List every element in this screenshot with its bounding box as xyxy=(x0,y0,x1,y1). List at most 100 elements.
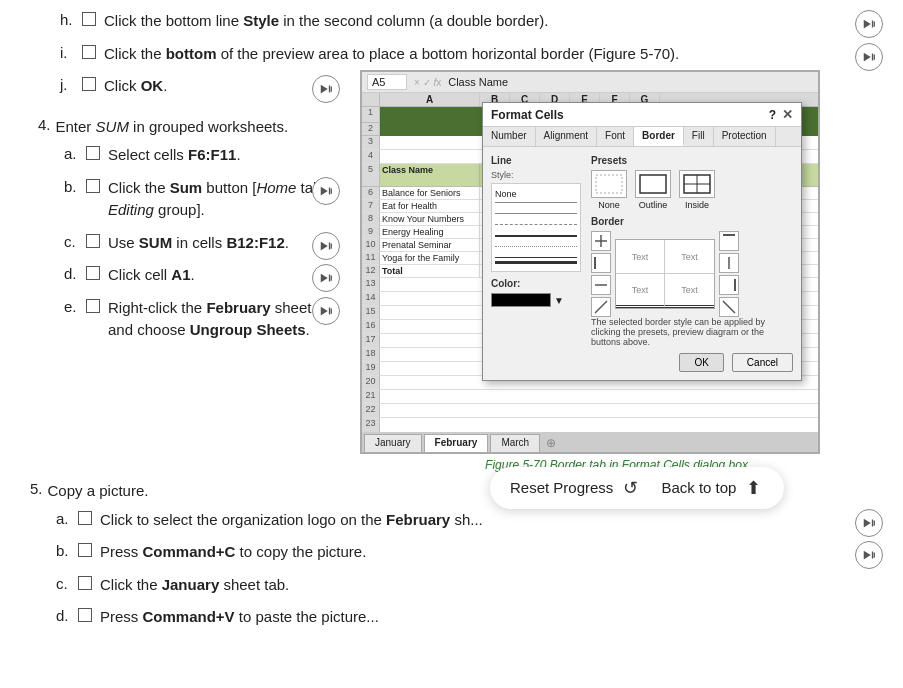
step-5b-audio[interactable] xyxy=(855,541,883,569)
dialog-tab-fill[interactable]: Fill xyxy=(684,127,714,146)
step-4a-checkbox-wrap[interactable] xyxy=(86,144,100,160)
step-4d-checkbox-wrap[interactable] xyxy=(86,264,100,280)
dialog-cancel-button[interactable]: Cancel xyxy=(732,353,793,372)
preset-inside-icon[interactable] xyxy=(679,170,715,198)
sheet-tab-march[interactable]: March xyxy=(490,434,540,452)
step-5b-checkbox-wrap[interactable] xyxy=(78,541,92,557)
step-5c-checkbox-wrap[interactable] xyxy=(78,574,92,590)
row-23-rest xyxy=(380,418,818,432)
border-btn-diag[interactable] xyxy=(591,297,611,317)
dialog-tab-alignment[interactable]: Alignment xyxy=(536,127,597,146)
step-5a-checkbox[interactable] xyxy=(78,511,92,525)
row-num-20: 20 xyxy=(362,376,380,390)
step-5a-audio[interactable] xyxy=(855,509,883,537)
preset-outline-icon[interactable] xyxy=(635,170,671,198)
step-i-checkbox-wrap[interactable] xyxy=(82,43,96,59)
border-btn-mid-vert[interactable] xyxy=(719,253,739,273)
step-h-text: Click the bottom line Style in the secon… xyxy=(104,10,843,33)
border-preview-box[interactable]: Text Text Text Text xyxy=(615,239,715,309)
row-22-rest xyxy=(380,404,818,418)
line-style-none[interactable]: None xyxy=(491,183,581,272)
dialog-tab-protection[interactable]: Protection xyxy=(714,127,776,146)
border-btn-horiz[interactable] xyxy=(591,275,611,295)
step-4a-text: Select cells F6:F11. xyxy=(108,144,340,167)
step-j-checkbox-wrap[interactable] xyxy=(82,75,96,91)
preset-none[interactable]: None xyxy=(591,170,627,210)
preset-outline[interactable]: Outline xyxy=(635,170,671,210)
svg-line-30 xyxy=(595,301,607,313)
line-double[interactable] xyxy=(495,257,577,267)
svg-marker-18 xyxy=(321,306,328,315)
step-4c-label: c. xyxy=(64,232,86,250)
step-4b-checkbox[interactable] xyxy=(86,179,100,193)
reset-progress-button[interactable]: Reset Progress ↺ xyxy=(510,477,641,499)
step-4d-audio[interactable] xyxy=(312,264,340,292)
preview-cell-bl: Text xyxy=(616,274,665,308)
line-none[interactable]: None xyxy=(495,187,577,201)
dialog-body: Line Style: None xyxy=(483,147,801,380)
color-dropdown-icon[interactable]: ▼ xyxy=(554,295,564,306)
preset-inside[interactable]: Inside xyxy=(679,170,715,210)
step-j-audio[interactable] xyxy=(312,75,340,103)
step-4c-checkbox-wrap[interactable] xyxy=(86,232,100,248)
step-i-text: Click the bottom of the preview area to … xyxy=(104,43,843,66)
row-num-6: 6 xyxy=(362,187,380,200)
dialog-title: Format Cells xyxy=(491,108,564,122)
line-thick[interactable] xyxy=(495,235,577,245)
back-top-icon: ⬆ xyxy=(742,477,764,499)
row-num-5: 5 xyxy=(362,164,380,187)
step-h-checkbox[interactable] xyxy=(82,12,96,26)
step-4d-checkbox[interactable] xyxy=(86,266,100,280)
step-4c-checkbox[interactable] xyxy=(86,234,100,248)
step-4e-audio[interactable] xyxy=(312,297,340,325)
step-4c-audio[interactable] xyxy=(312,232,340,260)
row-num-7: 7 xyxy=(362,200,380,213)
dialog-tab-number[interactable]: Number xyxy=(483,127,536,146)
row-12-col-a: Total xyxy=(380,265,480,278)
dialog-close-button[interactable]: ✕ xyxy=(782,107,793,122)
line-dotted[interactable] xyxy=(495,246,577,256)
dialog-tab-border[interactable]: Border xyxy=(634,127,684,146)
border-btn-diag2[interactable] xyxy=(719,297,739,317)
row-num-14: 14 xyxy=(362,292,380,306)
line-medium[interactable] xyxy=(495,213,577,223)
dialog-ok-button[interactable]: OK xyxy=(679,353,723,372)
step-5a-checkbox-wrap[interactable] xyxy=(78,509,92,525)
section-4-text: Enter SUM in grouped worksheets. xyxy=(56,116,350,139)
border-btn-right[interactable] xyxy=(719,275,739,295)
style-label: Style: xyxy=(491,170,581,180)
dialog-tab-font[interactable]: Font xyxy=(597,127,634,146)
step-h-audio[interactable] xyxy=(855,10,883,38)
step-4e-checkbox-wrap[interactable] xyxy=(86,297,100,313)
border-left-buttons xyxy=(591,231,611,317)
step-j-checkbox[interactable] xyxy=(82,77,96,91)
step-5d-checkbox-wrap[interactable] xyxy=(78,606,92,622)
back-to-top-button[interactable]: Back to top ⬆ xyxy=(661,477,764,499)
excel-row-23: 23 xyxy=(362,418,818,432)
step-5c-checkbox[interactable] xyxy=(78,576,92,590)
dialog-question-icon[interactable]: ? xyxy=(769,108,776,122)
step-i-audio[interactable] xyxy=(855,43,883,71)
border-btn-tl[interactable] xyxy=(591,231,611,251)
excel-sheet-tabs: January February March ⊕ xyxy=(362,432,818,452)
border-btn-left[interactable] xyxy=(591,253,611,273)
sheet-add-tab[interactable]: ⊕ xyxy=(542,434,560,452)
preset-none-icon[interactable] xyxy=(591,170,627,198)
border-btn-top[interactable] xyxy=(719,231,739,251)
step-4b-audio[interactable] xyxy=(312,177,340,205)
step-5d-checkbox[interactable] xyxy=(78,608,92,622)
step-4e-checkbox[interactable] xyxy=(86,299,100,313)
sheet-tab-january[interactable]: January xyxy=(364,434,422,452)
step-4b-checkbox-wrap[interactable] xyxy=(86,177,100,193)
sheet-tab-february[interactable]: February xyxy=(424,434,489,452)
color-swatch[interactable] xyxy=(491,293,551,307)
line-thin[interactable] xyxy=(495,202,577,212)
step-i: i. Click the bottom of the preview area … xyxy=(30,43,883,66)
step-i-checkbox[interactable] xyxy=(82,45,96,59)
color-section: Color: ▼ xyxy=(491,278,581,307)
line-dashed[interactable] xyxy=(495,224,577,234)
step-h-checkbox-wrap[interactable] xyxy=(82,10,96,26)
step-5b-checkbox[interactable] xyxy=(78,543,92,557)
row-10-col-a: Prenatal Seminar xyxy=(380,239,480,252)
step-4a-checkbox[interactable] xyxy=(86,146,100,160)
